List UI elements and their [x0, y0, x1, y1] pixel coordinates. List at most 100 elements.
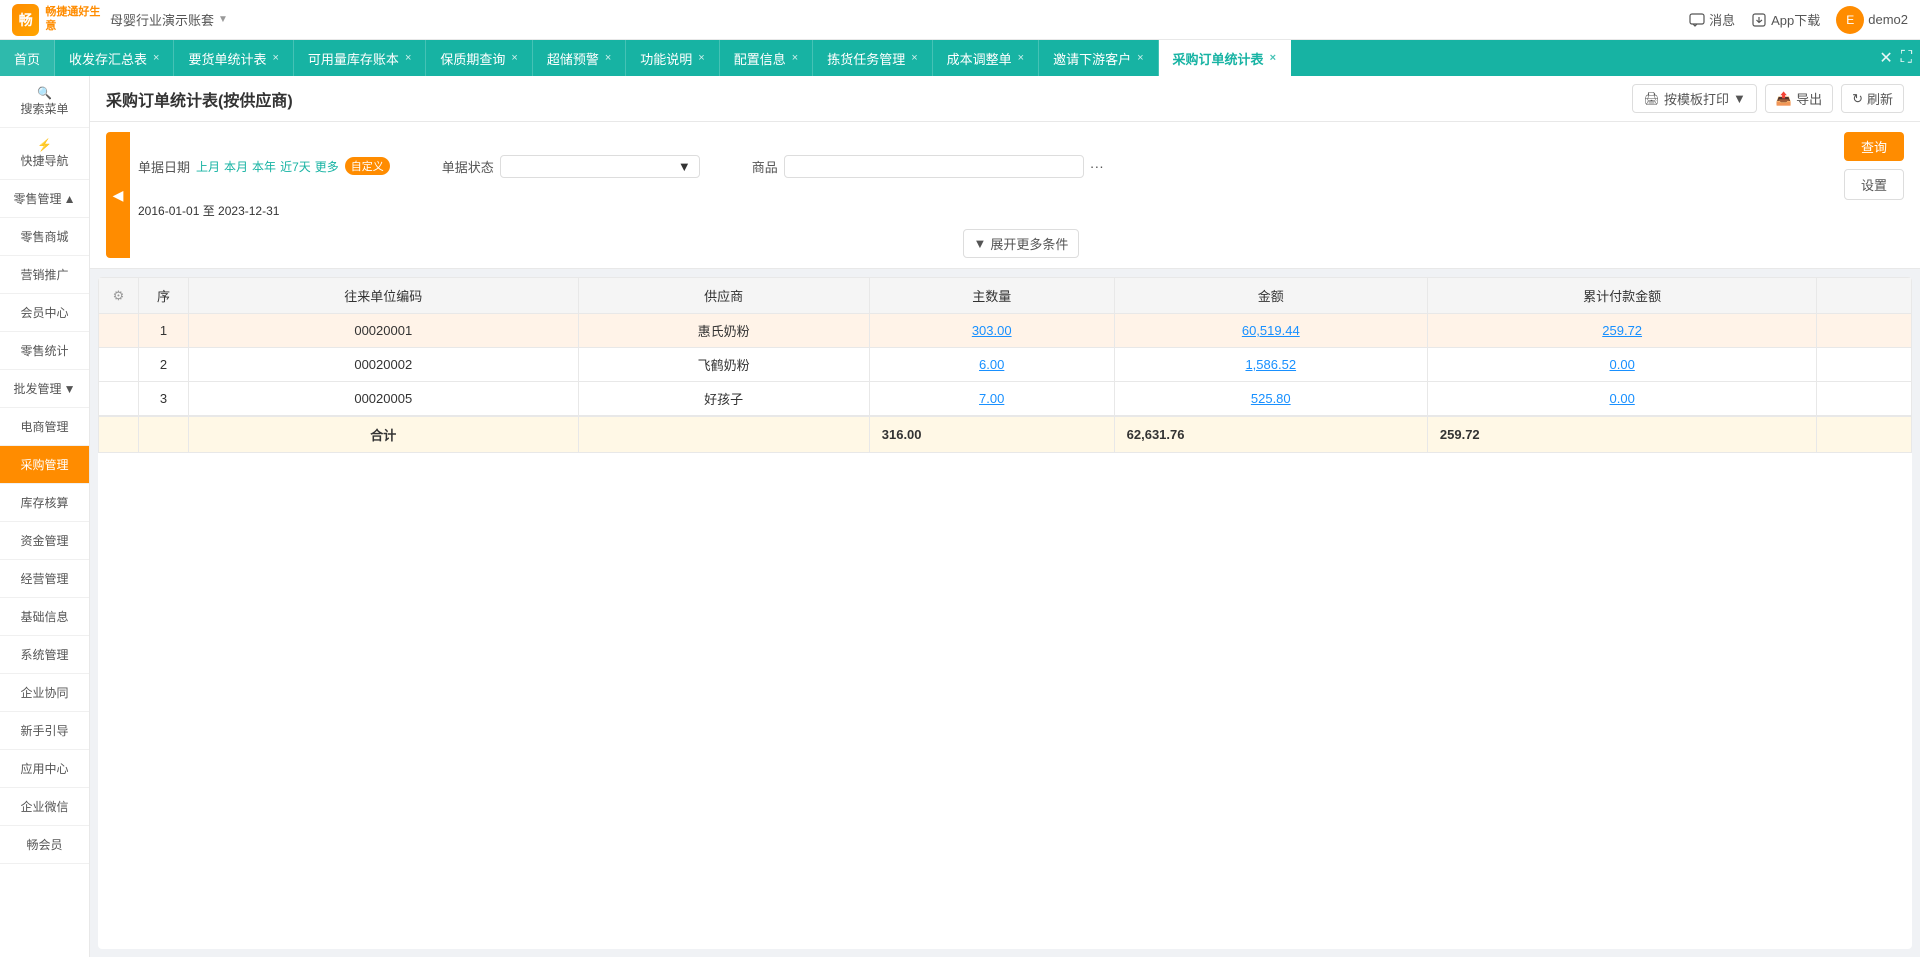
- tab-pick-task[interactable]: 拣货任务管理 ×: [813, 40, 932, 76]
- tab-stock-ledger[interactable]: 可用量库存账本 ×: [294, 40, 426, 76]
- app-download-btn[interactable]: App下载: [1751, 10, 1820, 29]
- tab-config-info[interactable]: 配置信息 ×: [720, 40, 813, 76]
- row-2-supplier: 飞鹤奶粉: [578, 348, 869, 382]
- tab-pick-task-close[interactable]: ×: [911, 52, 917, 64]
- tab-expiry-query[interactable]: 保质期查询 ×: [426, 40, 532, 76]
- maximize-btn[interactable]: ⛶: [1901, 49, 1912, 67]
- row-2-paid-amount: 0.00: [1427, 348, 1817, 382]
- col-no: 序: [139, 278, 189, 314]
- row-1-supplier-code: 00020001: [189, 314, 579, 348]
- tab-invite-downstream-label: 邀请下游客户: [1053, 49, 1131, 68]
- close-tab-btn[interactable]: ✕: [1879, 48, 1892, 68]
- logo-icon: 畅: [12, 4, 39, 36]
- row-1-extra: [1817, 314, 1912, 348]
- row-1-checkbox: [99, 314, 139, 348]
- template-print-btn[interactable]: 🖨 按模板打印 ▼: [1632, 84, 1756, 113]
- export-btn[interactable]: 📤 导出: [1765, 84, 1833, 113]
- sidebar-item-enterprise-wechat[interactable]: 企业微信: [0, 788, 89, 826]
- row-2-main-qty: 6.00: [869, 348, 1114, 382]
- status-select[interactable]: ▼: [500, 155, 700, 178]
- footer-amount: 62,631.76: [1114, 416, 1427, 453]
- settings-col-icon[interactable]: ⚙: [113, 288, 125, 303]
- tab-config-info-label: 配置信息: [734, 49, 786, 68]
- settings-btn[interactable]: 设置: [1844, 169, 1904, 200]
- table-head: ⚙ 序 往来单位编码 供应商 主数量 金额 累计付款金额: [99, 278, 1912, 314]
- header-actions: 🖨 按模板打印 ▼ 📤 导出 ↻ 刷新: [1632, 84, 1904, 113]
- row-2-extra: [1817, 348, 1912, 382]
- messages-btn[interactable]: 消息: [1689, 10, 1735, 29]
- tab-receive-pay-label: 收发存汇总表: [69, 49, 147, 68]
- row-1-no: 1: [139, 314, 189, 348]
- export-icon: 📤: [1776, 91, 1792, 107]
- workspace-name: 母婴行业演示账套: [110, 10, 214, 29]
- tab-overstock-close[interactable]: ×: [605, 52, 611, 64]
- tab-receive-pay-close[interactable]: ×: [153, 52, 159, 64]
- shortcut-last-month[interactable]: 上月: [196, 158, 220, 175]
- sidebar-item-marketing[interactable]: 营销推广: [0, 256, 89, 294]
- tab-receive-pay[interactable]: 收发存汇总表 ×: [55, 40, 174, 76]
- sidebar-item-app-center[interactable]: 应用中心: [0, 750, 89, 788]
- query-btn[interactable]: 查询: [1844, 132, 1904, 161]
- nav-tab-actions: ✕ ⛶: [1879, 48, 1920, 68]
- sidebar-item-retail-mall[interactable]: 零售商城: [0, 218, 89, 256]
- date-range-row: 2016-01-01 至 2023-12-31: [138, 202, 1904, 219]
- sidebar-item-basic-info[interactable]: 基础信息: [0, 598, 89, 636]
- sidebar-item-member2[interactable]: 畅会员: [0, 826, 89, 864]
- tab-cost-adjust-close[interactable]: ×: [1018, 52, 1024, 64]
- shortcuts-icon: ⚡: [4, 138, 85, 152]
- sidebar-item-shortcuts[interactable]: ⚡ 快捷导航: [0, 128, 89, 180]
- row-3-amount: 525.80: [1114, 382, 1427, 417]
- goods-input[interactable]: [784, 155, 1084, 178]
- sidebar-item-retail-stat[interactable]: 零售统计: [0, 332, 89, 370]
- tab-stock-ledger-label: 可用量库存账本: [308, 49, 399, 68]
- tab-overstock[interactable]: 超储预警 ×: [533, 40, 626, 76]
- tab-purchase-order-stat-close[interactable]: ×: [1270, 52, 1276, 64]
- tab-invite-downstream[interactable]: 邀请下游客户 ×: [1039, 40, 1158, 76]
- row-1-main-qty: 303.00: [869, 314, 1114, 348]
- row-1-amount: 60,519.44: [1114, 314, 1427, 348]
- col-settings[interactable]: ⚙: [99, 278, 139, 314]
- collapse-toggle-btn[interactable]: ◀: [106, 132, 130, 258]
- tab-stock-ledger-close[interactable]: ×: [405, 52, 411, 64]
- tab-expiry-query-close[interactable]: ×: [511, 52, 517, 64]
- user-profile[interactable]: E demo2: [1836, 6, 1908, 34]
- tab-home[interactable]: 首页: [0, 40, 55, 76]
- sidebar-item-ecommerce[interactable]: 电商管理: [0, 408, 89, 446]
- shortcut-this-month[interactable]: 本月: [224, 158, 248, 175]
- date-shortcuts: 上月 本月 本年 近7天 更多: [196, 158, 339, 175]
- sidebar-item-wholesale[interactable]: 批发管理 ▼: [0, 370, 89, 408]
- sidebar-item-retail-mgmt[interactable]: 零售管理 ▲: [0, 180, 89, 218]
- tab-func-desc-close[interactable]: ×: [698, 52, 704, 64]
- row-3-supplier-code: 00020005: [189, 382, 579, 417]
- tab-purchase-stat-close[interactable]: ×: [272, 52, 278, 64]
- tab-func-desc-label: 功能说明: [640, 49, 692, 68]
- refresh-btn[interactable]: ↻ 刷新: [1841, 84, 1904, 113]
- tab-func-desc[interactable]: 功能说明 ×: [626, 40, 719, 76]
- row-3-no: 3: [139, 382, 189, 417]
- sidebar-item-search[interactable]: 🔍 搜索菜单: [0, 76, 89, 128]
- table-footer: 合计 316.00 62,631.76 259.72: [99, 416, 1912, 453]
- sidebar-item-member[interactable]: 会员中心: [0, 294, 89, 332]
- shortcut-more[interactable]: 更多: [315, 158, 339, 175]
- download-icon: [1751, 12, 1767, 28]
- workspace-selector[interactable]: 母婴行业演示账套 ▼: [110, 10, 228, 29]
- sidebar-item-operations[interactable]: 经营管理: [0, 560, 89, 598]
- tab-purchase-order-stat[interactable]: 采购订单统计表 ×: [1159, 40, 1291, 76]
- sidebar-item-new-guide[interactable]: 新手引导: [0, 712, 89, 750]
- sidebar-item-enterprise-collab[interactable]: 企业协同: [0, 674, 89, 712]
- shortcut-this-year[interactable]: 本年: [252, 158, 276, 175]
- sidebar-item-system[interactable]: 系统管理: [0, 636, 89, 674]
- filter-actions: 查询 设置: [1844, 132, 1904, 200]
- filter-content: 单据日期 上月 本月 本年 近7天 更多 自定义 单据状态: [138, 132, 1904, 258]
- goods-more-icon[interactable]: ···: [1090, 158, 1104, 174]
- tab-purchase-stat[interactable]: 要货单统计表 ×: [174, 40, 293, 76]
- sidebar-item-finance[interactable]: 资金管理: [0, 522, 89, 560]
- sidebar-item-inventory[interactable]: 库存核算: [0, 484, 89, 522]
- expand-more-btn[interactable]: ▼ 展开更多条件: [963, 229, 1080, 258]
- sidebar-item-purchase-mgmt[interactable]: 采购管理: [0, 446, 89, 484]
- footer-label: 合计: [189, 416, 579, 453]
- tab-invite-downstream-close[interactable]: ×: [1137, 52, 1143, 64]
- tab-cost-adjust[interactable]: 成本调整单 ×: [933, 40, 1039, 76]
- shortcut-7-days[interactable]: 近7天: [280, 158, 311, 175]
- tab-config-info-close[interactable]: ×: [792, 52, 798, 64]
